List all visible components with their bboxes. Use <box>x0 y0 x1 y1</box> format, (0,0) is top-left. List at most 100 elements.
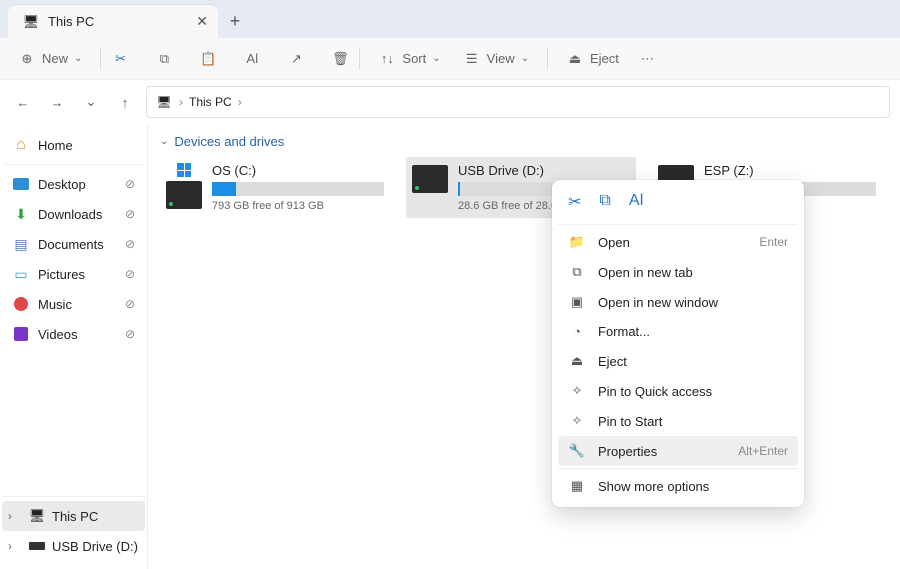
ctx-open-new-tab[interactable]: ⧉ Open in new tab <box>558 257 798 287</box>
tree-item-this-pc[interactable]: › This PC <box>2 501 145 531</box>
close-tab-icon[interactable]: ✕ <box>196 13 208 30</box>
document-icon <box>12 235 30 253</box>
format-icon: ◔ <box>568 324 586 339</box>
more-button[interactable]: ⋯ <box>633 47 662 71</box>
sidebar-item-documents[interactable]: Documents ⊘ <box>4 229 143 259</box>
pin-icon: ✧ <box>568 413 586 429</box>
chevron-right-icon: › <box>238 95 242 109</box>
ctx-open-new-window[interactable]: ▣ Open in new window <box>558 287 798 317</box>
chevron-right-icon[interactable]: › <box>8 509 22 523</box>
drive-icon <box>166 181 202 209</box>
sidebar-item-downloads[interactable]: Downloads ⊘ <box>4 199 143 229</box>
drive-os-c[interactable]: OS (C:) 793 GB free of 913 GB <box>160 157 390 218</box>
view-button[interactable]: ☰ View ⌄ <box>455 46 537 72</box>
monitor-icon: 🖥 <box>155 93 173 111</box>
ctx-open[interactable]: 📁 Open Enter <box>558 227 798 257</box>
separator <box>558 224 798 225</box>
chevron-right-icon[interactable]: › <box>8 539 22 553</box>
separator <box>558 468 798 469</box>
sort-icon: ↑↓ <box>378 50 396 68</box>
chevron-down-icon: ⌄ <box>521 53 529 64</box>
rename-icon[interactable]: Aǀ <box>243 50 261 68</box>
sidebar-item-pictures[interactable]: Pictures ⊘ <box>4 259 143 289</box>
sidebar-item-videos[interactable]: Videos ⊘ <box>4 319 143 349</box>
monitor-icon: 🖥 <box>22 13 40 31</box>
paste-icon[interactable]: 📋 <box>199 50 217 68</box>
new-window-icon: ▣ <box>568 294 586 310</box>
ctx-pin-quick-access[interactable]: ✧ Pin to Quick access <box>558 376 798 406</box>
download-icon <box>12 205 30 223</box>
picture-icon <box>12 265 30 283</box>
pin-icon[interactable]: ⊘ <box>125 327 135 341</box>
view-icon: ☰ <box>463 50 481 68</box>
separator <box>359 48 360 70</box>
tree-item-usb[interactable]: › USB Drive (D:) <box>2 531 145 561</box>
nav-bar: ← → ⌄ ↑ 🖥 › This PC › <box>0 80 900 124</box>
plus-circle-icon: ⊕ <box>18 50 36 68</box>
pin-icon[interactable]: ⊘ <box>125 267 135 281</box>
chevron-down-icon: ⌄ <box>432 53 440 64</box>
separator <box>4 164 143 165</box>
drive-icon <box>412 165 448 193</box>
group-header-devices[interactable]: ⌄ Devices and drives <box>160 134 888 149</box>
pc-icon <box>28 507 46 525</box>
video-icon <box>14 327 28 341</box>
pin-icon: ✧ <box>568 383 586 399</box>
ctx-format[interactable]: ◔ Format... <box>558 317 798 346</box>
windows-icon <box>177 163 191 177</box>
rename-icon[interactable]: Aǀ <box>629 192 644 212</box>
pin-icon[interactable]: ⊘ <box>125 237 135 251</box>
chevron-down-icon: ⌄ <box>160 136 168 147</box>
new-tab-icon: ⧉ <box>568 264 586 280</box>
sidebar-item-music[interactable]: Music ⊘ <box>4 289 143 319</box>
cut-icon[interactable]: ✂ <box>111 50 129 68</box>
capacity-bar <box>212 182 384 196</box>
share-icon[interactable]: ↗ <box>287 50 305 68</box>
more-icon: ▦ <box>568 478 586 494</box>
eject-icon: ⏏ <box>568 353 586 369</box>
pin-icon[interactable]: ⊘ <box>125 297 135 311</box>
eject-icon: ⏏ <box>566 50 584 68</box>
copy-icon[interactable]: ⧉ <box>599 192 610 212</box>
pin-icon[interactable]: ⊘ <box>125 177 135 191</box>
copy-icon[interactable]: ⧉ <box>155 50 173 68</box>
separator <box>100 48 101 70</box>
context-menu: ✂ ⧉ Aǀ 📁 Open Enter ⧉ Open in new tab ▣ … <box>552 180 804 507</box>
chevron-down-icon: ⌄ <box>74 53 82 64</box>
breadcrumb-current[interactable]: This PC <box>189 95 232 109</box>
eject-button[interactable]: ⏏ Eject <box>558 46 627 72</box>
usb-icon <box>29 542 45 550</box>
sort-button[interactable]: ↑↓ Sort ⌄ <box>370 46 448 72</box>
address-bar[interactable]: 🖥 › This PC › <box>146 86 890 118</box>
content-pane: ⌄ Devices and drives OS (C:) 793 GB free… <box>148 124 900 569</box>
main: Home Desktop ⊘ Downloads ⊘ Documents ⊘ P… <box>0 124 900 569</box>
sidebar: Home Desktop ⊘ Downloads ⊘ Documents ⊘ P… <box>0 124 148 569</box>
delete-icon[interactable]: 🗑 <box>331 50 349 68</box>
ctx-pin-start[interactable]: ✧ Pin to Start <box>558 406 798 436</box>
cut-icon[interactable]: ✂ <box>568 192 581 212</box>
context-quick-actions: ✂ ⧉ Aǀ <box>558 186 798 222</box>
toolbar: ⊕ New ⌄ ✂ ⧉ 📋 Aǀ ↗ 🗑 ↑↓ Sort ⌄ ☰ View ⌄ … <box>0 38 900 80</box>
ellipsis-icon: ⋯ <box>641 51 654 67</box>
back-button[interactable]: ← <box>10 89 36 115</box>
new-button[interactable]: ⊕ New ⌄ <box>10 46 90 72</box>
sidebar-home[interactable]: Home <box>4 130 143 160</box>
sidebar-tree: › This PC › USB Drive (D:) <box>0 488 147 569</box>
forward-button[interactable]: → <box>44 89 70 115</box>
up-button[interactable]: ↑ <box>112 89 138 115</box>
recent-dropdown[interactable]: ⌄ <box>78 89 104 115</box>
ctx-eject[interactable]: ⏏ Eject <box>558 346 798 376</box>
ctx-properties[interactable]: 🔧 Properties Alt+Enter <box>558 436 798 466</box>
wrench-icon: 🔧 <box>568 443 586 459</box>
chevron-right-icon: › <box>179 95 183 109</box>
sidebar-item-desktop[interactable]: Desktop ⊘ <box>4 169 143 199</box>
tab-this-pc[interactable]: 🖥 This PC ✕ <box>8 4 218 38</box>
folder-icon: 📁 <box>568 234 586 250</box>
new-tab-button[interactable]: + <box>218 4 252 38</box>
ctx-show-more[interactable]: ▦ Show more options <box>558 471 798 501</box>
desktop-icon <box>13 178 29 190</box>
separator <box>2 496 145 497</box>
pin-icon[interactable]: ⊘ <box>125 207 135 221</box>
home-icon <box>12 136 30 154</box>
music-icon <box>14 297 28 311</box>
